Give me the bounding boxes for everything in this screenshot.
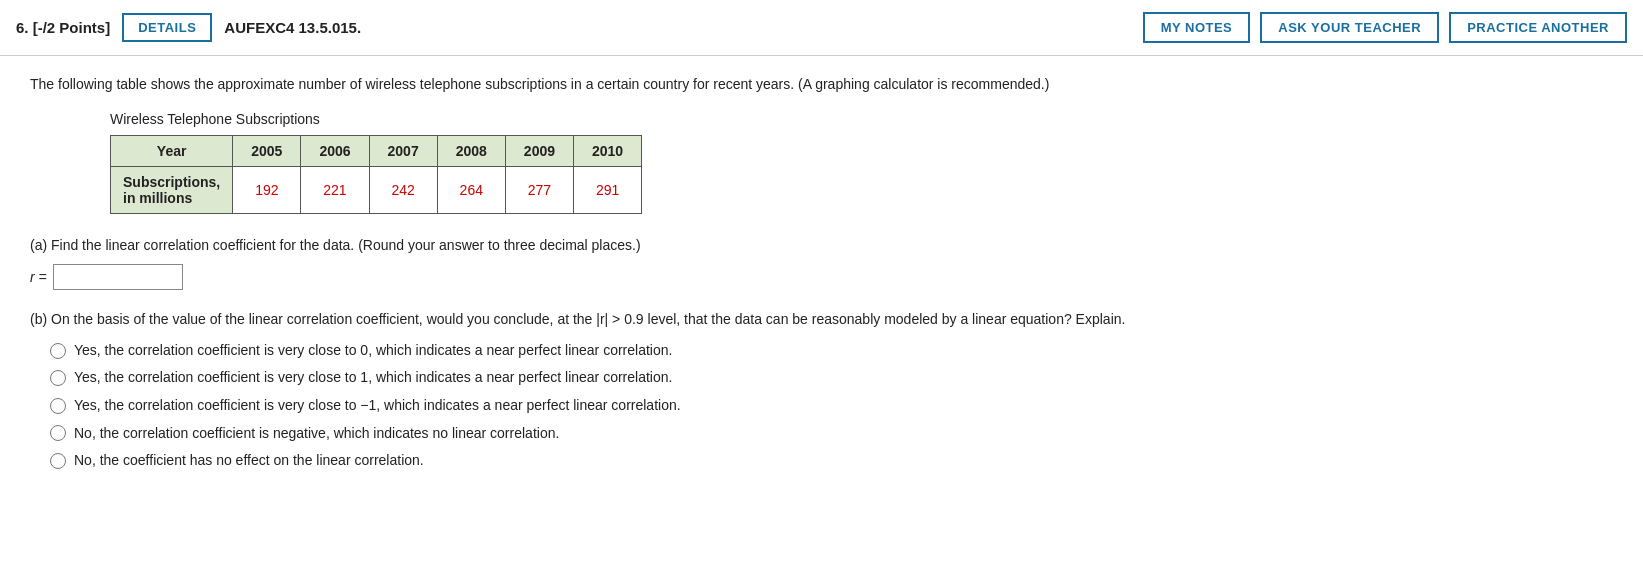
details-button[interactable]: DETAILS xyxy=(122,13,212,42)
radio-label-4: No, the correlation coefficient is negat… xyxy=(74,424,559,444)
col-header-2008: 2008 xyxy=(437,136,505,167)
val-2008: 264 xyxy=(437,167,505,214)
my-notes-button[interactable]: MY NOTES xyxy=(1143,12,1251,43)
practice-another-button[interactable]: PRACTICE ANOTHER xyxy=(1449,12,1627,43)
page-header: 6. [-/2 Points] DETAILS AUFEXC4 13.5.015… xyxy=(0,0,1643,56)
radio-label-2: Yes, the correlation coefficient is very… xyxy=(74,368,672,388)
col-header-year: Year xyxy=(111,136,233,167)
radio-label-3: Yes, the correlation coefficient is very… xyxy=(74,396,681,416)
col-header-2009: 2009 xyxy=(505,136,573,167)
main-content: The following table shows the approximat… xyxy=(0,56,1643,509)
radio-option-4[interactable]: No, the correlation coefficient is negat… xyxy=(50,424,1613,444)
radio-options-group: Yes, the correlation coefficient is very… xyxy=(50,341,1613,471)
part-a-section: (a) Find the linear correlation coeffici… xyxy=(30,234,1613,290)
col-header-2005: 2005 xyxy=(233,136,301,167)
part-b-question: (b) On the basis of the value of the lin… xyxy=(30,308,1613,330)
radio-input-1[interactable] xyxy=(50,343,66,359)
header-left: 6. [-/2 Points] DETAILS AUFEXC4 13.5.015… xyxy=(16,13,1143,42)
radio-label-1: Yes, the correlation coefficient is very… xyxy=(74,341,672,361)
radio-option-2[interactable]: Yes, the correlation coefficient is very… xyxy=(50,368,1613,388)
radio-input-5[interactable] xyxy=(50,453,66,469)
r-value-input[interactable] xyxy=(53,264,183,290)
val-2010: 291 xyxy=(574,167,642,214)
part-a-question: (a) Find the linear correlation coeffici… xyxy=(30,234,1613,256)
table-header-row: Year 2005 2006 2007 2008 2009 2010 xyxy=(111,136,642,167)
points-label: 6. [-/2 Points] xyxy=(16,19,110,36)
ask-teacher-button[interactable]: ASK YOUR TEACHER xyxy=(1260,12,1439,43)
problem-id: AUFEXC4 13.5.015. xyxy=(224,19,361,36)
radio-input-2[interactable] xyxy=(50,370,66,386)
table-data-row: Subscriptions,in millions 192 221 242 26… xyxy=(111,167,642,214)
header-right: MY NOTES ASK YOUR TEACHER PRACTICE ANOTH… xyxy=(1143,12,1627,43)
data-table: Year 2005 2006 2007 2008 2009 2010 Subsc… xyxy=(110,135,642,214)
part-b-section: (b) On the basis of the value of the lin… xyxy=(30,308,1613,470)
val-2009: 277 xyxy=(505,167,573,214)
col-header-2006: 2006 xyxy=(301,136,369,167)
radio-label-5: No, the coefficient has no effect on the… xyxy=(74,451,424,471)
val-2005: 192 xyxy=(233,167,301,214)
radio-input-4[interactable] xyxy=(50,425,66,441)
val-2007: 242 xyxy=(369,167,437,214)
row-label: Subscriptions,in millions xyxy=(111,167,233,214)
r-input-row: r = xyxy=(30,264,1613,290)
intro-text: The following table shows the approximat… xyxy=(30,74,1613,95)
r-equals-label: r = xyxy=(30,269,47,285)
radio-input-3[interactable] xyxy=(50,398,66,414)
col-header-2007: 2007 xyxy=(369,136,437,167)
table-title: Wireless Telephone Subscriptions xyxy=(110,111,1613,127)
col-header-2010: 2010 xyxy=(574,136,642,167)
radio-option-3[interactable]: Yes, the correlation coefficient is very… xyxy=(50,396,1613,416)
val-2006: 221 xyxy=(301,167,369,214)
radio-option-1[interactable]: Yes, the correlation coefficient is very… xyxy=(50,341,1613,361)
data-table-wrapper: Year 2005 2006 2007 2008 2009 2010 Subsc… xyxy=(110,135,1613,214)
radio-option-5[interactable]: No, the coefficient has no effect on the… xyxy=(50,451,1613,471)
